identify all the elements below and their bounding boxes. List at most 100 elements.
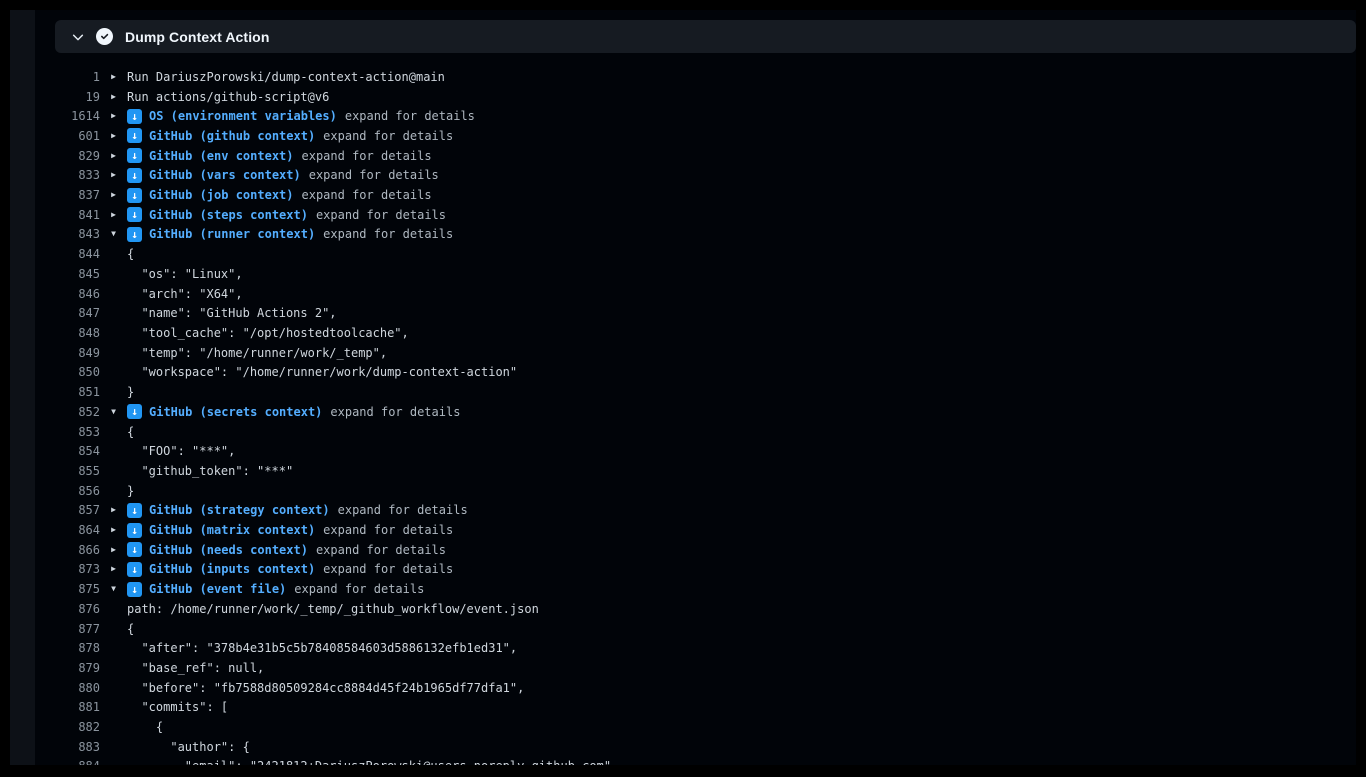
log-row[interactable]: 864 ▶ ↓ GitHub (matrix context) expand for d…	[35, 520, 1356, 540]
line-number[interactable]: 883	[35, 740, 100, 754]
log-text: "os": "Linux",	[127, 266, 243, 281]
log-row[interactable]: 19 ▶ Run actions/github-script@v6	[35, 87, 1356, 107]
log-row[interactable]: 833 ▶ ↓ GitHub (vars context) expand for det…	[35, 166, 1356, 186]
line-number[interactable]: 852	[35, 405, 100, 419]
line-number[interactable]: 878	[35, 641, 100, 655]
download-icon: ↓	[127, 581, 142, 597]
log-row[interactable]: 1614 ▶ ↓ OS (environment variables) expand f…	[35, 106, 1356, 126]
triangle-right-icon[interactable]: ▶	[111, 72, 116, 81]
line-number[interactable]: 1614	[35, 109, 100, 123]
sidebar-edge	[10, 10, 35, 765]
page: { "header": { "title": "Dump Context Act…	[0, 0, 1366, 777]
line-number[interactable]: 857	[35, 503, 100, 517]
chevron-down-icon[interactable]	[71, 30, 85, 44]
download-icon: ↓	[127, 404, 142, 420]
line-number[interactable]: 847	[35, 306, 100, 320]
step-header[interactable]: Dump Context Action	[55, 20, 1356, 53]
log-text: "commits": [	[127, 700, 229, 715]
triangle-right-icon[interactable]: ▶	[111, 191, 116, 199]
expand-hint: expand for details	[323, 523, 454, 538]
triangle-right-icon[interactable]: ▶	[111, 545, 116, 554]
line-number[interactable]: 833	[35, 168, 100, 182]
download-icon: ↓	[127, 187, 142, 203]
line-number[interactable]: 881	[35, 700, 100, 714]
log-row[interactable]: 873 ▶ ↓ GitHub (inputs context) expand for d…	[35, 560, 1356, 580]
triangle-right-icon[interactable]: ▶	[111, 565, 116, 573]
log-text: "temp": "/home/runner/work/_temp",	[127, 345, 388, 360]
triangle-right-icon[interactable]: ▶	[111, 210, 116, 219]
log-row: 876 path: /home/runner/work/_temp/_github…	[35, 599, 1356, 619]
log-row[interactable]: 601 ▶ ↓ GitHub (github context) expand for d…	[35, 126, 1356, 146]
line-number[interactable]: 854	[35, 444, 100, 458]
line-number[interactable]: 856	[35, 484, 100, 498]
log-text: "arch": "X64",	[127, 286, 243, 301]
line-number[interactable]: 19	[35, 90, 100, 104]
triangle-right-icon[interactable]: ▶	[111, 151, 116, 160]
download-icon: ↓	[127, 561, 142, 577]
line-number[interactable]: 879	[35, 661, 100, 675]
line-number[interactable]: 601	[35, 129, 100, 143]
expand-hint: expand for details	[301, 148, 432, 163]
line-number[interactable]: 884	[35, 759, 100, 765]
line-number[interactable]: 829	[35, 149, 100, 163]
line-number[interactable]: 853	[35, 425, 100, 439]
arrow-slot: ▶	[100, 210, 127, 219]
line-number[interactable]: 850	[35, 365, 100, 379]
log-row[interactable]: 829 ▶ ↓ GitHub (env context) expand for deta…	[35, 146, 1356, 166]
triangle-right-icon[interactable]: ▶	[111, 526, 116, 534]
line-number[interactable]: 851	[35, 385, 100, 399]
log-text: "before": "fb7588d80509284cc8884d45f24b1…	[127, 680, 525, 695]
line-number[interactable]: 846	[35, 287, 100, 301]
group-title: GitHub (vars context)	[149, 168, 301, 183]
log-row[interactable]: 843 ▼ ↓ GitHub (runner context) expand for d…	[35, 225, 1356, 245]
triangle-right-icon[interactable]: ▶	[111, 506, 116, 514]
triangle-right-icon[interactable]: ▶	[111, 171, 116, 179]
line-number[interactable]: 855	[35, 464, 100, 478]
line-number[interactable]: 1	[35, 70, 100, 84]
log-row[interactable]: 852 ▼ ↓ GitHub (secrets context) expand for …	[35, 402, 1356, 422]
log-row: 851}	[35, 382, 1356, 402]
line-number[interactable]: 864	[35, 523, 100, 537]
line-number[interactable]: 882	[35, 720, 100, 734]
line-number[interactable]: 876	[35, 602, 100, 616]
arrow-slot: ▶	[100, 526, 127, 534]
arrow-slot: ▶	[100, 112, 127, 120]
line-number[interactable]: 848	[35, 326, 100, 340]
triangle-right-icon[interactable]: ▶	[111, 131, 116, 140]
log-text: "tool_cache": "/opt/hostedtoolcache",	[127, 325, 409, 340]
line-number[interactable]: 880	[35, 681, 100, 695]
line-number[interactable]: 841	[35, 208, 100, 222]
line-number[interactable]: 845	[35, 267, 100, 281]
line-number[interactable]: 843	[35, 227, 100, 241]
log-row[interactable]: 1 ▶ Run DariuszPorowski/dump-context-actio…	[35, 67, 1356, 87]
line-number[interactable]: 873	[35, 562, 100, 576]
expand-hint: expand for details	[344, 109, 475, 124]
triangle-right-icon[interactable]: ▶	[111, 92, 116, 101]
arrow-slot: ▶	[100, 131, 127, 140]
line-number[interactable]: 837	[35, 188, 100, 202]
triangle-down-icon[interactable]: ▼	[111, 407, 116, 416]
arrow-slot: ▶	[100, 92, 127, 101]
triangle-down-icon[interactable]: ▼	[111, 585, 116, 593]
line-number[interactable]: 877	[35, 622, 100, 636]
triangle-down-icon[interactable]: ▼	[111, 230, 116, 238]
line-number[interactable]: 844	[35, 247, 100, 261]
log-text: }	[127, 385, 135, 400]
log-viewer-panel: Dump Context Action 1 ▶ Run DariuszPorowsk…	[10, 10, 1356, 765]
line-number[interactable]: 875	[35, 582, 100, 596]
line-number[interactable]: 866	[35, 543, 100, 557]
log-text: Run actions/github-script@v6	[127, 89, 330, 104]
triangle-right-icon[interactable]: ▶	[111, 112, 116, 120]
download-icon: ↓	[127, 226, 142, 242]
log-row[interactable]: 866 ▶ ↓ GitHub (needs context) expand for de…	[35, 540, 1356, 560]
log-row[interactable]: 875 ▼ ↓ GitHub (event file) expand for detai…	[35, 579, 1356, 599]
log-row: 882 {	[35, 717, 1356, 737]
log-row: 845 "os": "Linux",	[35, 264, 1356, 284]
line-number[interactable]: 849	[35, 346, 100, 360]
download-icon: ↓	[127, 167, 142, 183]
log-row[interactable]: 857 ▶ ↓ GitHub (strategy context) expand for…	[35, 500, 1356, 520]
log-row[interactable]: 841 ▶ ↓ GitHub (steps context) expand for de…	[35, 205, 1356, 225]
expand-hint: expand for details	[301, 188, 432, 203]
log-row[interactable]: 837 ▶ ↓ GitHub (job context) expand for deta…	[35, 185, 1356, 205]
log-row: 881 "commits": [	[35, 698, 1356, 718]
